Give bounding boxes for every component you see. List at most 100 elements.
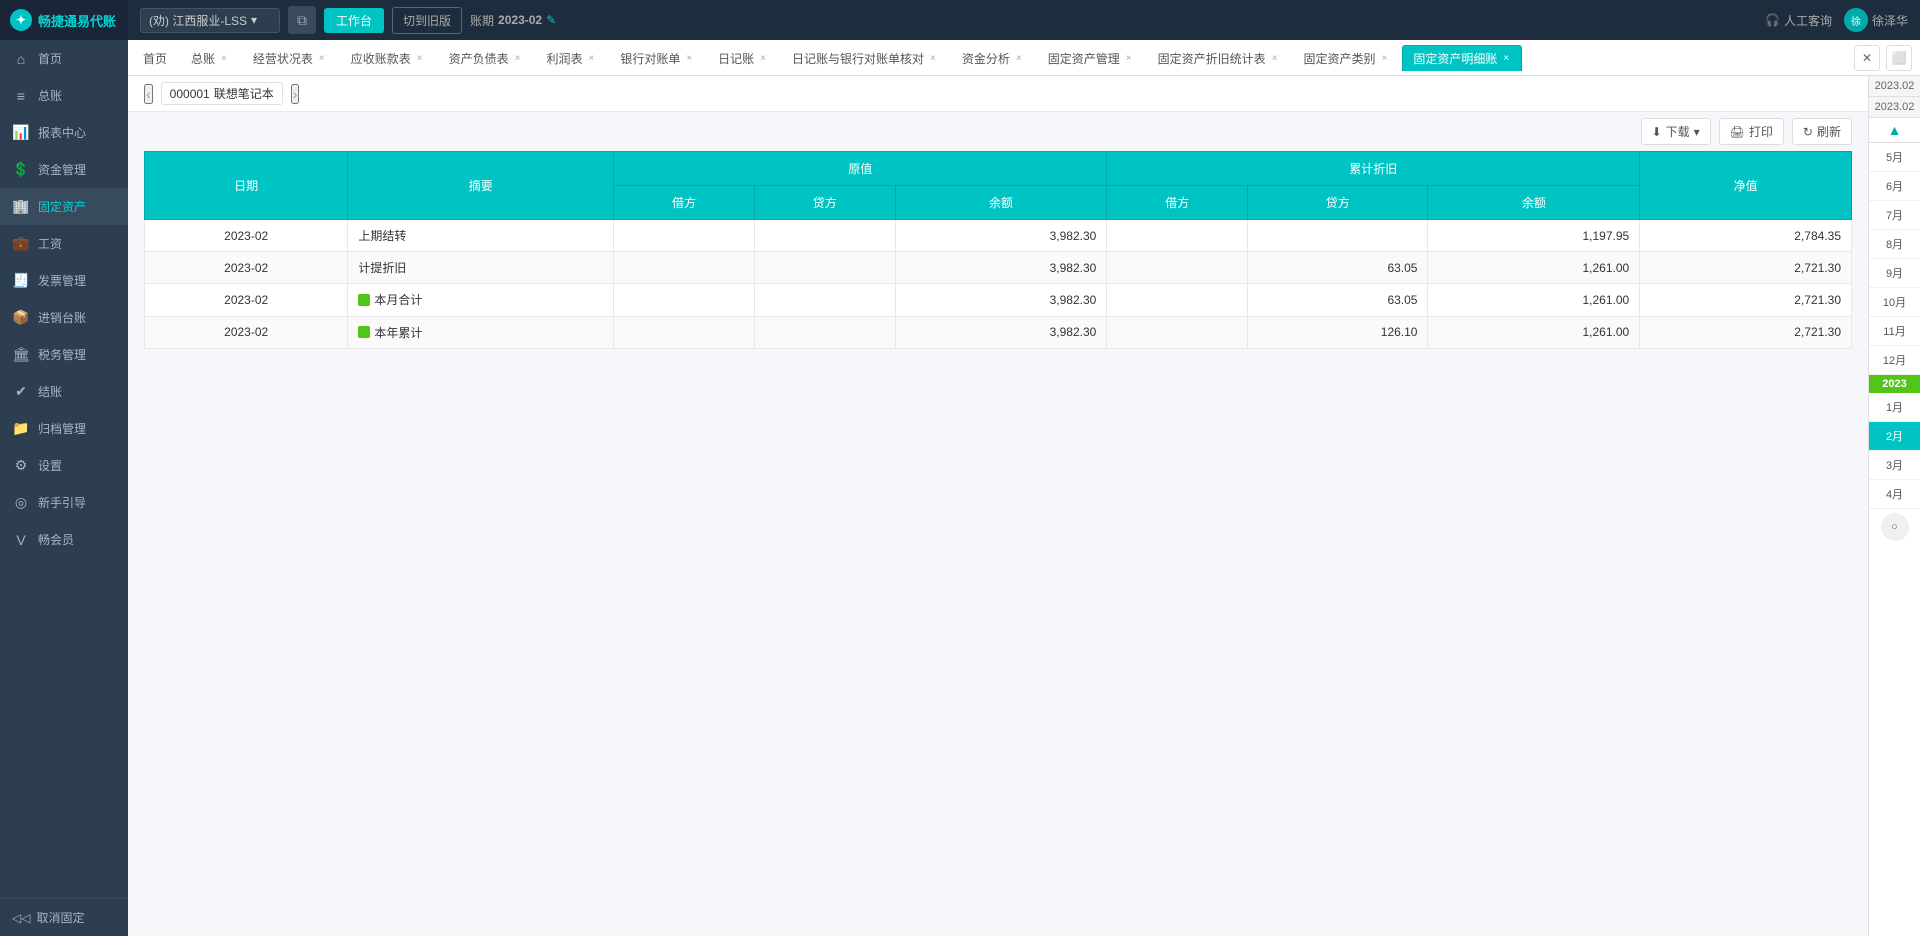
sidebar-item-label: 结账 <box>38 383 62 400</box>
date-month-item[interactable]: 5月 <box>1869 143 1920 172</box>
date-header-top2: 2023.02 <box>1869 97 1920 118</box>
close-icon[interactable]: × <box>415 53 425 64</box>
asset-code: 000001 <box>170 87 210 101</box>
date-month-item[interactable]: 6月 <box>1869 172 1920 201</box>
sidebar-item-general-ledger[interactable]: ≡ 总账 <box>0 77 128 114</box>
close-accounts-icon: ✔ <box>12 383 30 400</box>
date-month-item[interactable]: 11月 <box>1869 317 1920 346</box>
tab-depreciation-stats[interactable]: 固定资产折旧统计表 × <box>1147 45 1291 71</box>
date-month-item[interactable]: 9月 <box>1869 259 1920 288</box>
sidebar-item-close-accounts[interactable]: ✔ 结账 <box>0 373 128 410</box>
close-icon[interactable]: × <box>1014 53 1024 64</box>
close-icon[interactable]: × <box>1124 53 1134 64</box>
tab-general-ledger[interactable]: 总账 × <box>180 45 240 71</box>
cell-acc-credit: 63.05 <box>1248 252 1428 284</box>
user-profile[interactable]: 徐 徐泽华 <box>1844 8 1908 32</box>
breadcrumb-prev[interactable]: ‹ <box>144 84 153 104</box>
cell-orig-debit <box>614 220 755 252</box>
date-month-item[interactable]: 12月 <box>1869 346 1920 375</box>
cell-orig-credit <box>754 316 895 349</box>
print-button[interactable]: 🖨 打印 <box>1719 118 1784 145</box>
close-icon[interactable]: × <box>586 53 596 64</box>
guide-icon: ◎ <box>12 494 30 511</box>
salary-icon: 💼 <box>12 235 30 252</box>
sidebar-item-reports[interactable]: 📊 报表中心 <box>0 114 128 151</box>
tab-fund-analysis[interactable]: 资金分析 × <box>951 45 1035 71</box>
tab-label: 应收账款表 <box>351 50 411 67</box>
refresh-button[interactable]: ↻ 刷新 <box>1792 118 1852 145</box>
close-icon[interactable]: × <box>928 53 938 64</box>
tab-balance-sheet[interactable]: 资产负债表 × <box>438 45 534 71</box>
company-selector[interactable]: (劝) 江西服业-LSS ▾ <box>140 8 280 33</box>
cell-orig-balance: 3,982.30 <box>895 316 1107 349</box>
edit-icon[interactable]: ✎ <box>546 13 556 27</box>
col-acc-debit: 借方 <box>1107 186 1248 220</box>
col-original-value: 原值 <box>614 152 1107 186</box>
sidebar-item-guide[interactable]: ◎ 新手引导 <box>0 484 128 521</box>
date-month-item[interactable]: 3月 <box>1869 451 1920 480</box>
sidebar-item-vip[interactable]: V 畅会员 <box>0 521 128 558</box>
sidebar-item-salary[interactable]: 💼 工资 <box>0 225 128 262</box>
download-button[interactable]: ⬇ 下载 ▾ <box>1641 118 1711 145</box>
sidebar-pin-toggle[interactable]: ◁◁ 取消固定 <box>0 898 128 936</box>
report-icon: 📊 <box>12 124 30 141</box>
close-icon[interactable]: × <box>1501 53 1511 64</box>
breadcrumb-next[interactable]: › <box>291 84 300 104</box>
topbar-right: 🎧 人工客询 徐 徐泽华 <box>1765 8 1908 32</box>
close-icon[interactable]: × <box>1270 53 1280 64</box>
date-month-item[interactable]: 4月 <box>1869 480 1920 509</box>
sidebar-item-home[interactable]: ⌂ 首页 <box>0 40 128 77</box>
tab-bank-statement[interactable]: 银行对账单 × <box>609 45 705 71</box>
date-month-item[interactable]: 8月 <box>1869 230 1920 259</box>
date-nav-up-button[interactable]: ▲ <box>1888 122 1902 138</box>
ledger-icon: ≡ <box>12 88 30 104</box>
date-month-item[interactable]: 1月 <box>1869 393 1920 422</box>
date-month-item[interactable]: 7月 <box>1869 201 1920 230</box>
close-icon[interactable]: × <box>513 53 523 64</box>
company-name: (劝) 江西服业-LSS <box>149 12 247 29</box>
sidebar-item-settings[interactable]: ⚙ 设置 <box>0 447 128 484</box>
table-container: 日期 摘要 原值 累计折旧 净值 借方 贷方 余额 借方 贷方 余额 <box>128 151 1868 936</box>
sidebar-item-invoice[interactable]: 🧾 发票管理 <box>0 262 128 299</box>
fixed-assets-detail-table: 日期 摘要 原值 累计折旧 净值 借方 贷方 余额 借方 贷方 余额 <box>144 151 1852 349</box>
close-icon[interactable]: × <box>684 53 694 64</box>
copy-button[interactable]: ⧉ <box>288 6 316 34</box>
date-expand-button[interactable]: ○ <box>1881 513 1909 541</box>
switch-version-button[interactable]: 切到旧版 <box>392 7 462 34</box>
date-month-item[interactable]: 2月 <box>1869 422 1920 451</box>
sidebar-item-tax[interactable]: 🏛 税务管理 <box>0 336 128 373</box>
sidebar-item-funds[interactable]: 💲 资金管理 <box>0 151 128 188</box>
cell-net-value: 2,721.30 <box>1640 284 1852 317</box>
cell-net-value: 2,721.30 <box>1640 316 1852 349</box>
tab-fixed-assets-mgmt[interactable]: 固定资产管理 × <box>1037 45 1145 71</box>
tab-label: 首页 <box>143 50 167 67</box>
date-month-item[interactable]: 10月 <box>1869 288 1920 317</box>
tab-label: 利润表 <box>546 50 582 67</box>
col-orig-debit: 借方 <box>614 186 755 220</box>
tab-fixed-assets-category[interactable]: 固定资产类别 × <box>1292 45 1400 71</box>
sidebar-item-trade[interactable]: 📦 进销台账 <box>0 299 128 336</box>
sidebar-item-archive[interactable]: 📁 归档管理 <box>0 410 128 447</box>
tab-home[interactable]: 首页 <box>132 45 178 71</box>
tab-fixed-assets-detail[interactable]: 固定资产明细账 × <box>1402 45 1522 71</box>
close-icon[interactable]: × <box>219 53 229 64</box>
sidebar-item-label: 总账 <box>38 87 62 104</box>
tab-label: 经营状况表 <box>253 50 313 67</box>
tab-label: 固定资产明细账 <box>1413 50 1497 67</box>
tab-receivable[interactable]: 应收账款表 × <box>340 45 436 71</box>
close-icon[interactable]: × <box>758 53 768 64</box>
row-green-icon <box>358 294 370 306</box>
tab-journal[interactable]: 日记账 × <box>707 45 779 71</box>
close-icon[interactable]: × <box>1379 53 1389 64</box>
tab-operations[interactable]: 经营状况表 × <box>242 45 338 71</box>
close-all-tabs-button[interactable]: ✕ <box>1854 45 1880 71</box>
workbench-button[interactable]: 工作台 <box>324 8 384 33</box>
tab-profit[interactable]: 利润表 × <box>535 45 607 71</box>
close-icon[interactable]: × <box>317 53 327 64</box>
tab-journal-bank-check[interactable]: 日记账与银行对账单核对 × <box>781 45 949 71</box>
col-acc-balance: 余额 <box>1428 186 1640 220</box>
help-button[interactable]: 🎧 人工客询 <box>1765 12 1832 29</box>
sidebar-item-fixed-assets[interactable]: 🏢 固定资产 <box>0 188 128 225</box>
maximize-button[interactable]: ⬜ <box>1886 45 1912 71</box>
sidebar-item-label: 税务管理 <box>38 346 86 363</box>
